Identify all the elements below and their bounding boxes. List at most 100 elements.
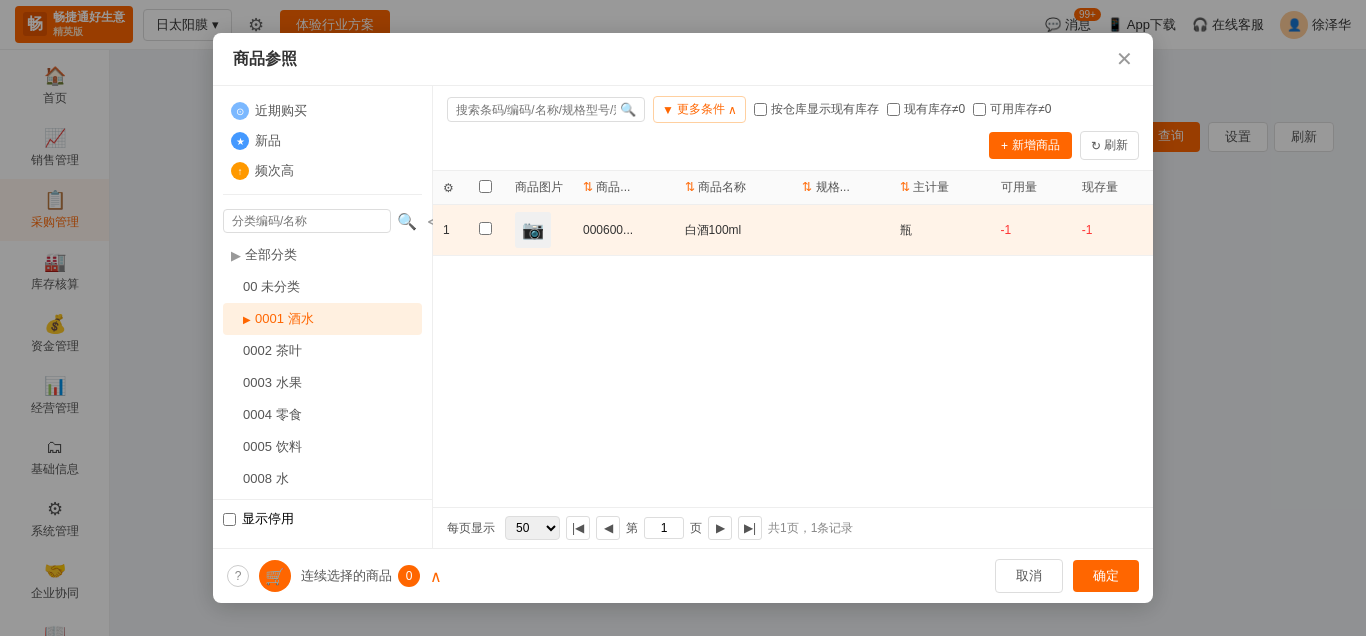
page-number-input[interactable] [644,517,684,539]
available-stock-nonzero-checkbox[interactable] [973,103,986,116]
table-header-row: ⚙ 商品图片 ⇅ 商品... [433,171,1153,205]
quick-filters: ⊙ 近期购买 ★ 新品 ↑ 频次高 [213,96,432,186]
product-table: ⚙ 商品图片 ⇅ 商品... [433,171,1153,256]
filter-label: 更多条件 [677,101,725,118]
help-icon[interactable]: ? [227,565,249,587]
continuous-select-label: 连续选择的商品 [301,567,392,585]
new-product-btn-label: 新增商品 [1012,137,1060,154]
cell-spec [792,205,890,256]
select-all-checkbox[interactable] [479,180,492,193]
category-0002[interactable]: 0002 茶叶 [223,335,422,367]
show-disabled-row: 显示停用 [213,499,432,538]
modal-right-panel: 🔍 ▼ 更多条件 ∧ 按仓库显示现有库存 现有库存≠0 [433,86,1153,548]
show-disabled-label: 显示停用 [242,510,294,528]
cell-stock: -1 [1072,205,1153,256]
category-0001[interactable]: ▶ 0001 酒水 [223,303,422,335]
th-spec: ⇅ 规格... [792,171,890,205]
modal-close-button[interactable]: ✕ [1116,47,1133,71]
th-unit-label: 主计量 [913,180,949,194]
new-product-label: 新品 [255,132,281,150]
available-stock-nonzero-filter[interactable]: 可用库存≠0 [973,101,1051,118]
last-page-button[interactable]: ▶| [738,516,762,540]
refresh-small-button[interactable]: ↻ 刷新 [1080,131,1139,160]
new-product-button[interactable]: + 新增商品 [989,132,1072,159]
confirm-button[interactable]: 确定 [1073,560,1139,592]
th-check [469,171,505,205]
category-00[interactable]: 00 未分类 [223,271,422,303]
refresh-label: 刷新 [1104,137,1128,154]
table-row[interactable]: 1 📷 000600... 白酒100ml 瓶 [433,205,1153,256]
product-reference-modal: 商品参照 ✕ ⊙ 近期购买 ★ 新品 ↑ 频次高 [213,33,1153,603]
product-search-input[interactable] [456,103,616,117]
filter-icon: ▼ [662,103,674,117]
refresh-icon: ↻ [1091,139,1101,153]
quick-recent-purchase[interactable]: ⊙ 近期购买 [223,96,422,126]
th-available-label: 可用量 [1001,180,1037,194]
category-0005-label: 0005 饮料 [243,438,302,456]
cancel-button[interactable]: 取消 [995,559,1063,593]
th-unit: ⇅ 主计量 [890,171,991,205]
current-stock-nonzero-label: 现有库存≠0 [904,101,965,118]
quick-frequent[interactable]: ↑ 频次高 [223,156,422,186]
modal-left-panel: ⊙ 近期购买 ★ 新品 ↑ 频次高 🔍 ≪ [213,86,433,548]
th-stock: 现存量 [1072,171,1153,205]
th-name: ⇅ 商品名称 [675,171,793,205]
cell-code: 000600... [573,205,675,256]
category-all-label: 全部分类 [245,246,297,264]
th-name-label: 商品名称 [698,180,746,194]
sort-icon-spec: ⇅ [802,180,812,194]
settings-icon-th[interactable]: ⚙ [443,181,454,195]
first-page-button[interactable]: |◀ [566,516,590,540]
sort-icon-name: ⇅ [685,180,695,194]
th-code-label: 商品... [596,180,630,194]
stock-by-warehouse-checkbox[interactable] [754,103,767,116]
th-img-label: 商品图片 [515,180,563,194]
sort-icon-unit: ⇅ [900,180,910,194]
category-all[interactable]: ▶ 全部分类 [223,239,422,271]
cart-button[interactable]: 🛒 [259,560,291,592]
next-page-button[interactable]: ▶ [708,516,732,540]
th-available: 可用量 [991,171,1072,205]
category-0003[interactable]: 0003 水果 [223,367,422,399]
category-search-input[interactable] [223,209,391,233]
frequent-label: 频次高 [255,162,294,180]
plus-icon: + [1001,139,1008,153]
show-disabled-checkbox[interactable] [223,513,236,526]
category-0008[interactable]: 0008 水 [223,463,422,495]
stock-by-warehouse-filter[interactable]: 按仓库显示现有库存 [754,101,879,118]
category-0004[interactable]: 0004 零食 [223,399,422,431]
product-search-icon[interactable]: 🔍 [620,102,636,117]
category-0004-label: 0004 零食 [243,406,302,424]
modal-toolbar: 🔍 ▼ 更多条件 ∧ 按仓库显示现有库存 现有库存≠0 [433,86,1153,171]
category-0002-label: 0002 茶叶 [243,342,302,360]
modal-title: 商品参照 [233,49,297,70]
pagination-bar: 每页显示 50 100 |◀ ◀ 第 页 ▶ ▶| 共1页，1条记录 [433,507,1153,548]
page-total-info: 共1页，1条记录 [768,520,853,537]
per-page-select[interactable]: 50 100 [505,516,560,540]
quick-new-product[interactable]: ★ 新品 [223,126,422,156]
category-search-icon[interactable]: 🔍 [397,212,417,231]
prev-page-button[interactable]: ◀ [596,516,620,540]
cell-unit: 瓶 [890,205,991,256]
per-page-label: 每页显示 [447,520,495,537]
modal-body: ⊙ 近期购买 ★ 新品 ↑ 频次高 🔍 ≪ [213,86,1153,548]
th-stock-label: 现存量 [1082,180,1118,194]
more-filters-button[interactable]: ▼ 更多条件 ∧ [653,96,746,123]
continuous-select-area: 连续选择的商品 0 [301,565,420,587]
category-0001-label: 0001 酒水 [255,310,314,328]
current-stock-nonzero-checkbox[interactable] [887,103,900,116]
page-text2: 页 [690,520,702,537]
category-0003-label: 0003 水果 [243,374,302,392]
category-0005[interactable]: 0005 饮料 [223,431,422,463]
page-text: 第 [626,520,638,537]
row-checkbox[interactable] [479,222,492,235]
th-spec-label: 规格... [816,180,850,194]
continuous-count-badge: 0 [398,565,420,587]
th-code: ⇅ 商品... [573,171,675,205]
current-stock-nonzero-filter[interactable]: 现有库存≠0 [887,101,965,118]
active-arrow-icon: ▶ [243,314,251,325]
collapse-bottom-icon[interactable]: ∧ [430,567,442,586]
stock-by-warehouse-label: 按仓库显示现有库存 [771,101,879,118]
th-img: 商品图片 [505,171,573,205]
new-product-icon: ★ [231,132,249,150]
